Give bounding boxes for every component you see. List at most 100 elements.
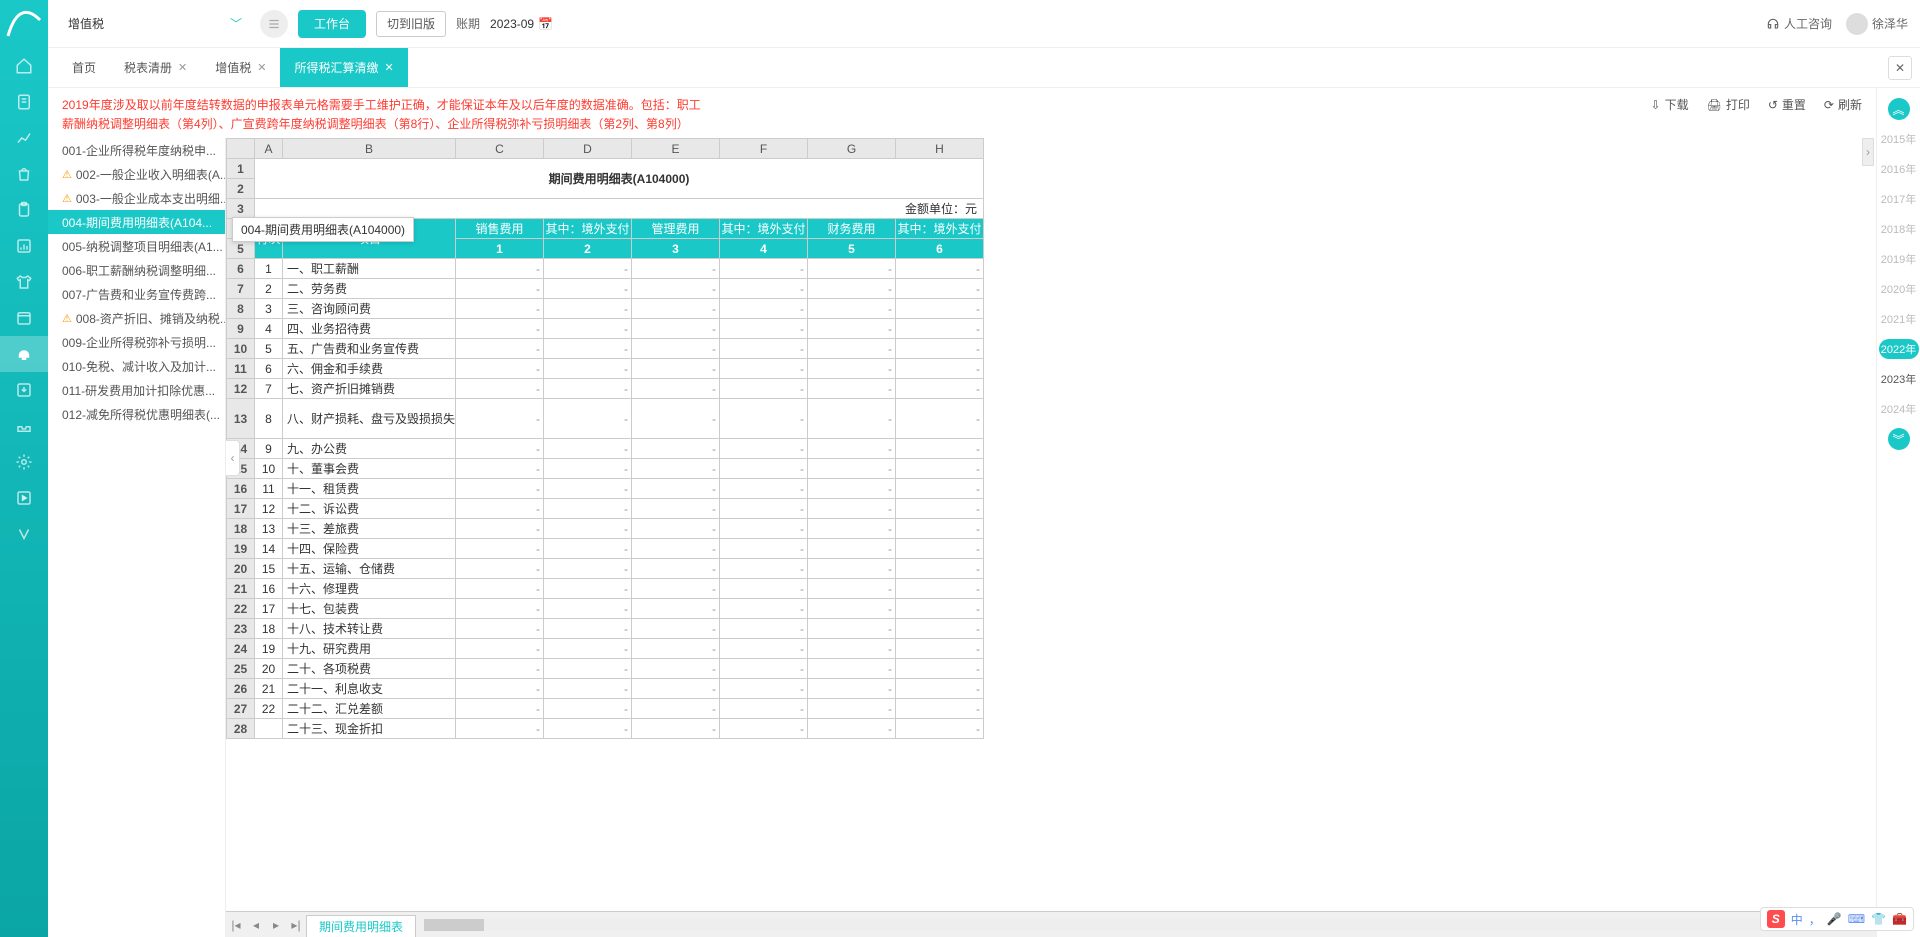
cell-18-4[interactable]: - bbox=[808, 639, 896, 659]
col-A[interactable]: A bbox=[255, 139, 283, 159]
cell-rownum-15[interactable]: 16 bbox=[255, 579, 283, 599]
nav-play-icon[interactable] bbox=[0, 480, 48, 516]
cell-11-4[interactable]: - bbox=[808, 499, 896, 519]
cell-3-1[interactable]: - bbox=[544, 319, 632, 339]
sheet-corner[interactable] bbox=[227, 139, 255, 159]
row-6[interactable]: 6 bbox=[227, 259, 255, 279]
cell-10-5[interactable]: - bbox=[896, 479, 984, 499]
side-item-2[interactable]: ⚠003-一般企业成本支出明细... bbox=[48, 186, 225, 210]
row-28[interactable]: 28 bbox=[227, 719, 255, 739]
cell-9-1[interactable]: - bbox=[544, 459, 632, 479]
cell-9-3[interactable]: - bbox=[720, 459, 808, 479]
cell-10-4[interactable]: - bbox=[808, 479, 896, 499]
cell-15-4[interactable]: - bbox=[808, 579, 896, 599]
cell-name-21[interactable]: 二十二、汇兑差额 bbox=[283, 699, 456, 719]
cell-4-0[interactable]: - bbox=[456, 339, 544, 359]
cell-11-1[interactable]: - bbox=[544, 499, 632, 519]
tab-3[interactable]: 所得税汇算清缴✕ bbox=[280, 48, 407, 87]
cell-18-0[interactable]: - bbox=[456, 639, 544, 659]
cell-21-1[interactable]: - bbox=[544, 699, 632, 719]
cell-6-3[interactable]: - bbox=[720, 379, 808, 399]
cell-name-11[interactable]: 十二、诉讼费 bbox=[283, 499, 456, 519]
cell-9-2[interactable]: - bbox=[632, 459, 720, 479]
sheet-tab-active[interactable]: 期间费用明细表 bbox=[306, 915, 416, 937]
cell-19-1[interactable]: - bbox=[544, 659, 632, 679]
cell-rownum-6[interactable]: 7 bbox=[255, 379, 283, 399]
cell-rownum-9[interactable]: 10 bbox=[255, 459, 283, 479]
cell-rownum-8[interactable]: 9 bbox=[255, 439, 283, 459]
cell-rownum-7[interactable]: 8 bbox=[255, 399, 283, 439]
row-3[interactable]: 3 bbox=[227, 199, 255, 219]
cell-21-5[interactable]: - bbox=[896, 699, 984, 719]
cell-16-3[interactable]: - bbox=[720, 599, 808, 619]
row-20[interactable]: 20 bbox=[227, 559, 255, 579]
cell-21-4[interactable]: - bbox=[808, 699, 896, 719]
cell-8-0[interactable]: - bbox=[456, 439, 544, 459]
cell-16-1[interactable]: - bbox=[544, 599, 632, 619]
col-B[interactable]: B bbox=[283, 139, 456, 159]
side-item-0[interactable]: 001-企业所得税年度纳税申... bbox=[48, 138, 225, 162]
cell-name-18[interactable]: 十九、研究费用 bbox=[283, 639, 456, 659]
cell-14-1[interactable]: - bbox=[544, 559, 632, 579]
cell-22-0[interactable]: - bbox=[456, 719, 544, 739]
cell-10-2[interactable]: - bbox=[632, 479, 720, 499]
cell-0-2[interactable]: - bbox=[632, 259, 720, 279]
side-item-8[interactable]: 009-企业所得税弥补亏损明... bbox=[48, 330, 225, 354]
row-12[interactable]: 12 bbox=[227, 379, 255, 399]
cell-9-5[interactable]: - bbox=[896, 459, 984, 479]
user-menu[interactable]: 徐泽华 bbox=[1846, 13, 1908, 35]
close-icon[interactable]: ✕ bbox=[385, 61, 394, 74]
cell-20-4[interactable]: - bbox=[808, 679, 896, 699]
cell-rownum-11[interactable]: 12 bbox=[255, 499, 283, 519]
cell-rownum-12[interactable]: 13 bbox=[255, 519, 283, 539]
cell-7-1[interactable]: - bbox=[544, 399, 632, 439]
cell-12-4[interactable]: - bbox=[808, 519, 896, 539]
tab-0[interactable]: 首页 bbox=[58, 48, 110, 87]
cell-5-4[interactable]: - bbox=[808, 359, 896, 379]
right-expand-handle[interactable]: › bbox=[1862, 138, 1874, 166]
cell-rownum-0[interactable]: 1 bbox=[255, 259, 283, 279]
year-2017年[interactable]: 2017年 bbox=[1879, 184, 1919, 214]
cell-14-2[interactable]: - bbox=[632, 559, 720, 579]
col-D[interactable]: D bbox=[544, 139, 632, 159]
cell-name-22[interactable]: 二十三、现金折扣 bbox=[283, 719, 456, 739]
cell-21-2[interactable]: - bbox=[632, 699, 720, 719]
cell-22-4[interactable]: - bbox=[808, 719, 896, 739]
cell-10-0[interactable]: - bbox=[456, 479, 544, 499]
cell-name-17[interactable]: 十八、技术转让费 bbox=[283, 619, 456, 639]
cell-17-5[interactable]: - bbox=[896, 619, 984, 639]
col-G[interactable]: G bbox=[808, 139, 896, 159]
cell-name-0[interactable]: 一、职工薪酬 bbox=[283, 259, 456, 279]
cell-14-5[interactable]: - bbox=[896, 559, 984, 579]
cell-0-0[interactable]: - bbox=[456, 259, 544, 279]
cell-name-8[interactable]: 九、办公费 bbox=[283, 439, 456, 459]
side-item-11[interactable]: 012-减免所得税优惠明细表(... bbox=[48, 402, 225, 426]
cell-4-1[interactable]: - bbox=[544, 339, 632, 359]
cell-name-3[interactable]: 四、业务招待费 bbox=[283, 319, 456, 339]
row-25[interactable]: 25 bbox=[227, 659, 255, 679]
cell-11-0[interactable]: - bbox=[456, 499, 544, 519]
cell-5-1[interactable]: - bbox=[544, 359, 632, 379]
cell-rownum-18[interactable]: 19 bbox=[255, 639, 283, 659]
year-2022年[interactable]: 2022年 bbox=[1879, 339, 1919, 359]
cell-18-1[interactable]: - bbox=[544, 639, 632, 659]
year-2015年[interactable]: 2015年 bbox=[1879, 124, 1919, 154]
ime-tool-icon[interactable]: 🧰 bbox=[1892, 912, 1907, 926]
year-2023年[interactable]: 2023年 bbox=[1879, 364, 1919, 394]
cell-1-2[interactable]: - bbox=[632, 279, 720, 299]
cell-3-0[interactable]: - bbox=[456, 319, 544, 339]
cell-15-2[interactable]: - bbox=[632, 579, 720, 599]
cell-15-5[interactable]: - bbox=[896, 579, 984, 599]
col-F[interactable]: F bbox=[720, 139, 808, 159]
cell-16-5[interactable]: - bbox=[896, 599, 984, 619]
row-16[interactable]: 16 bbox=[227, 479, 255, 499]
cell-7-0[interactable]: - bbox=[456, 399, 544, 439]
cell-5-3[interactable]: - bbox=[720, 359, 808, 379]
side-collapse-handle[interactable]: ‹ bbox=[226, 440, 240, 476]
cell-1-4[interactable]: - bbox=[808, 279, 896, 299]
cell-rownum-17[interactable]: 18 bbox=[255, 619, 283, 639]
cell-13-4[interactable]: - bbox=[808, 539, 896, 559]
row-18[interactable]: 18 bbox=[227, 519, 255, 539]
ime-lang[interactable]: 中 bbox=[1791, 911, 1803, 928]
cell-rownum-16[interactable]: 17 bbox=[255, 599, 283, 619]
